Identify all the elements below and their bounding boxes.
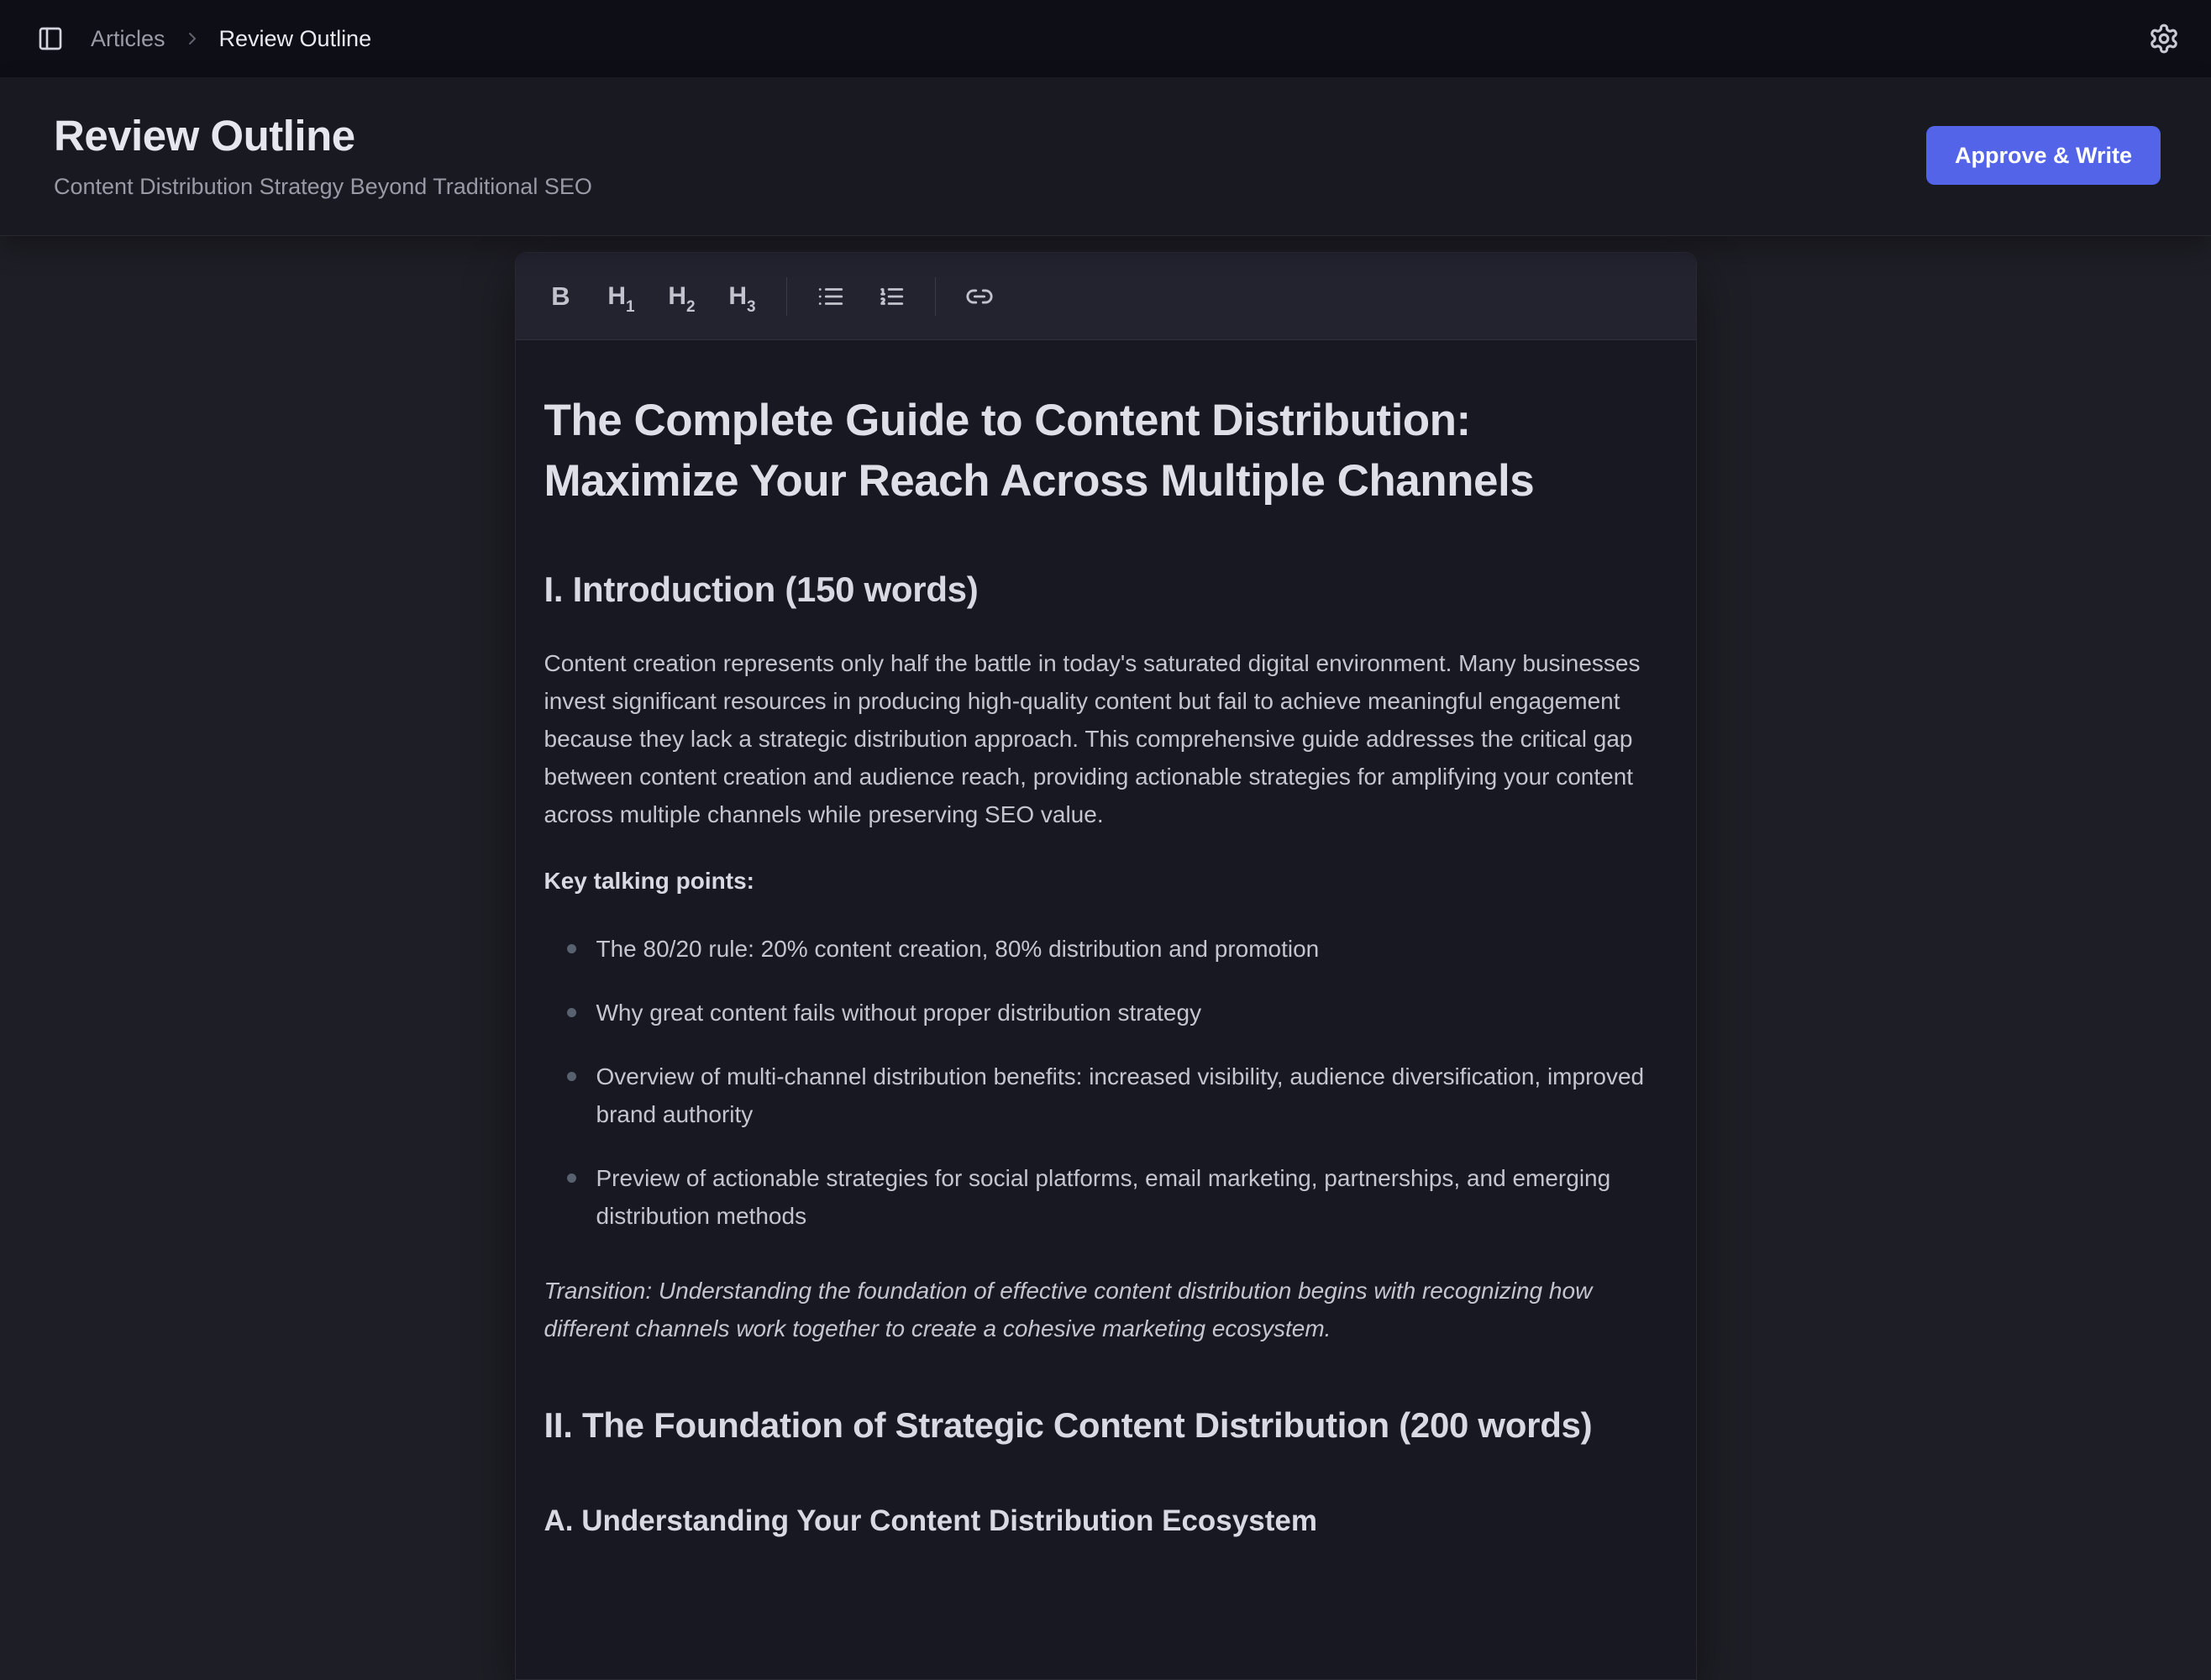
section-heading-introduction[interactable]: I. Introduction (150 words) [544, 564, 1653, 616]
topbar: Articles Review Outline [0, 0, 2211, 77]
list-item[interactable]: Why great content fails without proper d… [566, 994, 1662, 1032]
settings-button[interactable] [2145, 20, 2182, 57]
transition-paragraph[interactable]: Transition: Understanding the foundation… [544, 1272, 1662, 1347]
sidebar-toggle-button[interactable] [32, 20, 69, 57]
toolbar-divider [934, 276, 936, 316]
section-heading-foundation[interactable]: II. The Foundation of Strategic Content … [544, 1399, 1653, 1452]
toolbar-divider [785, 276, 787, 316]
heading3-icon: H [728, 281, 748, 310]
heading3-button[interactable]: H3 [717, 271, 768, 322]
heading2-button[interactable]: H2 [657, 271, 707, 322]
bullet-list-button[interactable] [806, 271, 856, 322]
list-item[interactable]: Overview of multi-channel distribution b… [566, 1058, 1662, 1133]
gear-icon [2148, 23, 2180, 55]
main-area: B H1 H2 H3 The Complete Guide to Content… [0, 236, 2211, 1680]
breadcrumb-current: Review Outline [218, 25, 372, 51]
key-points-list: The 80/20 rule: 20% content creation, 80… [544, 930, 1662, 1235]
breadcrumb: Articles Review Outline [91, 26, 371, 52]
editor-toolbar: B H1 H2 H3 [515, 253, 1696, 340]
bold-button[interactable]: B [536, 271, 586, 322]
list-item[interactable]: Preview of actionable strategies for soc… [566, 1159, 1662, 1235]
app-root: Articles Review Outline Review Outline C… [0, 0, 2211, 1680]
ordered-list-button[interactable] [866, 271, 916, 322]
heading2-icon: H [668, 281, 687, 310]
document-editor[interactable]: The Complete Guide to Content Distributi… [516, 340, 1696, 1643]
page-subtitle: Content Distribution Strategy Beyond Tra… [54, 174, 592, 199]
page-title: Review Outline [54, 112, 355, 160]
approve-and-write-button[interactable]: Approve & Write [1925, 126, 2161, 185]
link-button[interactable] [954, 271, 1005, 322]
breadcrumb-articles-link[interactable]: Articles [91, 26, 165, 52]
document-title[interactable]: The Complete Guide to Content Distributi… [544, 391, 1653, 512]
intro-paragraph[interactable]: Content creation represents only half th… [544, 644, 1662, 833]
link-icon [965, 282, 994, 311]
chevron-right-icon [182, 29, 202, 49]
page-header-text: Review Outline Content Distribution Stra… [54, 111, 592, 200]
bold-icon: B [551, 281, 570, 311]
heading1-button[interactable]: H1 [596, 271, 647, 322]
editor-card: B H1 H2 H3 The Complete Guide to Content… [514, 252, 1697, 1680]
panel-left-icon [37, 25, 64, 52]
bullet-list-icon [817, 282, 845, 311]
page-header: Review Outline Content Distribution Stra… [0, 77, 2211, 236]
list-item[interactable]: The 80/20 rule: 20% content creation, 80… [566, 930, 1662, 968]
key-talking-points-label[interactable]: Key talking points: [544, 862, 1662, 900]
heading1-icon: H [607, 281, 627, 310]
subsection-heading-ecosystem[interactable]: A. Understanding Your Content Distributi… [544, 1500, 1664, 1542]
ordered-list-icon [877, 282, 906, 311]
